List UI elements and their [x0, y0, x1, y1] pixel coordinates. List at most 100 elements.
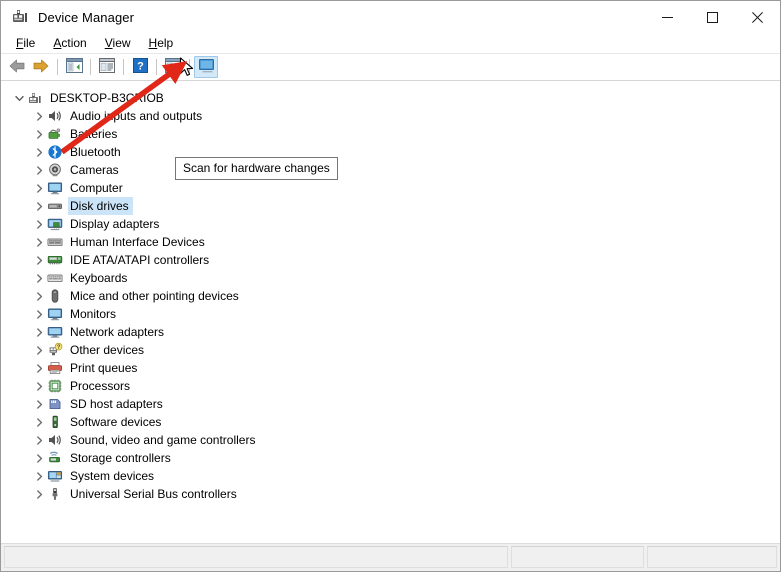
forward-arrow-icon	[32, 58, 50, 77]
minimize-button[interactable]	[645, 1, 690, 33]
chevron-right-icon[interactable]	[31, 269, 47, 287]
chevron-right-icon[interactable]	[31, 467, 47, 485]
chevron-right-icon[interactable]	[31, 251, 47, 269]
help-question-icon: ?	[132, 58, 148, 76]
back-button[interactable]	[5, 56, 29, 78]
tree-item-label: Disk drives	[68, 197, 133, 215]
tree-item-mice-and-other-pointing-devices[interactable]: Mice and other pointing devices	[1, 287, 780, 305]
chevron-right-icon[interactable]	[31, 233, 47, 251]
menu-action-label: ction	[61, 36, 87, 50]
tree-item-label: Mice and other pointing devices	[70, 289, 239, 303]
tree-item-cameras[interactable]: Cameras	[1, 161, 780, 179]
tree-item-sound-video-and-game-controllers[interactable]: Sound, video and game controllers	[1, 431, 780, 449]
toolbar: ?	[1, 54, 780, 81]
tree-item-universal-serial-bus-controllers[interactable]: Universal Serial Bus controllers	[1, 485, 780, 503]
chevron-right-icon[interactable]	[31, 449, 47, 467]
tree-item-disk-drives[interactable]: Disk drives	[1, 197, 780, 215]
device-tree[interactable]: DESKTOP-B3CRIOB Audio inputs and outputs…	[1, 85, 780, 543]
back-arrow-icon	[8, 58, 26, 77]
chevron-right-icon[interactable]	[31, 377, 47, 395]
chevron-right-icon[interactable]	[31, 107, 47, 125]
toolbar-separator-4	[156, 59, 157, 75]
device-manager-window: Device Manager File Action View Help ? D…	[0, 0, 781, 572]
tree-item-display-adapters[interactable]: Display adapters	[1, 215, 780, 233]
monitor-icon	[47, 180, 63, 196]
forward-button[interactable]	[29, 56, 53, 78]
computer-root-icon	[27, 90, 43, 106]
svg-text:?: ?	[137, 61, 144, 73]
properties-button[interactable]	[95, 56, 119, 78]
usb-icon	[47, 486, 63, 502]
chevron-right-icon[interactable]	[31, 287, 47, 305]
chevron-right-icon[interactable]	[31, 341, 47, 359]
scan-hardware-icon	[197, 58, 215, 76]
maximize-button[interactable]	[690, 1, 735, 33]
chevron-right-icon[interactable]	[31, 161, 47, 179]
sd-adapter-icon	[47, 396, 63, 412]
menu-file-label: ile	[23, 36, 36, 50]
tree-item-ide-ata-atapi-controllers[interactable]: IDE ATA/ATAPI controllers	[1, 251, 780, 269]
menu-help[interactable]: Help	[140, 34, 183, 52]
chevron-right-icon[interactable]	[31, 305, 47, 323]
battery-icon	[47, 126, 63, 142]
tree-item-label: Display adapters	[70, 217, 160, 231]
chevron-right-icon[interactable]	[31, 413, 47, 431]
toolbar-separator-3	[123, 59, 124, 75]
tree-item-label: Audio inputs and outputs	[70, 109, 203, 123]
title-bar: Device Manager	[1, 1, 780, 33]
menu-file[interactable]: File	[7, 34, 44, 52]
tree-item-processors[interactable]: Processors	[1, 377, 780, 395]
chevron-right-icon[interactable]	[31, 125, 47, 143]
chevron-right-icon[interactable]	[31, 431, 47, 449]
tree-item-storage-controllers[interactable]: Storage controllers	[1, 449, 780, 467]
close-button[interactable]	[735, 1, 780, 33]
chevron-right-icon[interactable]	[31, 395, 47, 413]
chevron-right-icon[interactable]	[31, 143, 47, 161]
monitor-icon	[47, 306, 63, 322]
other-device-icon: ?	[47, 342, 63, 358]
tree-item-system-devices[interactable]: System devices	[1, 467, 780, 485]
device-manager-icon	[10, 7, 30, 27]
show-hide-console-tree-button[interactable]	[62, 56, 86, 78]
chevron-right-icon[interactable]	[31, 215, 47, 233]
disk-drive-icon	[47, 198, 63, 214]
properties-icon	[99, 58, 115, 76]
menu-view-label: iew	[112, 36, 131, 50]
menu-action[interactable]: Action	[44, 34, 95, 52]
display-adapter-icon	[47, 216, 63, 232]
svg-text:?: ?	[57, 345, 60, 351]
tree-item-print-queues[interactable]: Print queues	[1, 359, 780, 377]
tree-item-software-devices[interactable]: Software devices	[1, 413, 780, 431]
tree-item-monitors[interactable]: Monitors	[1, 305, 780, 323]
tree-item-network-adapters[interactable]: Network adapters	[1, 323, 780, 341]
tree-item-human-interface-devices[interactable]: Human Interface Devices	[1, 233, 780, 251]
chevron-right-icon[interactable]	[31, 323, 47, 341]
tree-item-sd-host-adapters[interactable]: SD host adapters	[1, 395, 780, 413]
tree-item-keyboards[interactable]: Keyboards	[1, 269, 780, 287]
chevron-down-icon[interactable]	[11, 89, 27, 107]
tree-item-other-devices[interactable]: ? Other devices	[1, 341, 780, 359]
toolbar-separator-2	[90, 59, 91, 75]
software-device-icon	[47, 414, 63, 430]
tree-item-audio-inputs-and-outputs[interactable]: Audio inputs and outputs	[1, 107, 780, 125]
sound-controller-icon	[47, 432, 63, 448]
chevron-right-icon[interactable]	[31, 197, 47, 215]
tree-item-computer[interactable]: Computer	[1, 179, 780, 197]
printer-icon	[47, 360, 63, 376]
tree-item-batteries[interactable]: Batteries	[1, 125, 780, 143]
tree-item-label: SD host adapters	[70, 397, 163, 411]
chevron-right-icon[interactable]	[31, 359, 47, 377]
help-button[interactable]: ?	[128, 56, 152, 78]
chevron-right-icon[interactable]	[31, 179, 47, 197]
tree-item-bluetooth[interactable]: Bluetooth	[1, 143, 780, 161]
tree-item-label: Cameras	[70, 163, 119, 177]
chevron-right-icon[interactable]	[31, 485, 47, 503]
tree-item-label: Human Interface Devices	[70, 235, 205, 249]
menu-view[interactable]: View	[96, 34, 140, 52]
tree-root-row[interactable]: DESKTOP-B3CRIOB	[1, 89, 780, 107]
menu-help-label: elp	[157, 36, 174, 50]
tree-item-label: IDE ATA/ATAPI controllers	[70, 253, 210, 267]
camera-icon	[47, 162, 63, 178]
speaker-icon	[47, 108, 63, 124]
tree-item-label: Software devices	[70, 415, 162, 429]
